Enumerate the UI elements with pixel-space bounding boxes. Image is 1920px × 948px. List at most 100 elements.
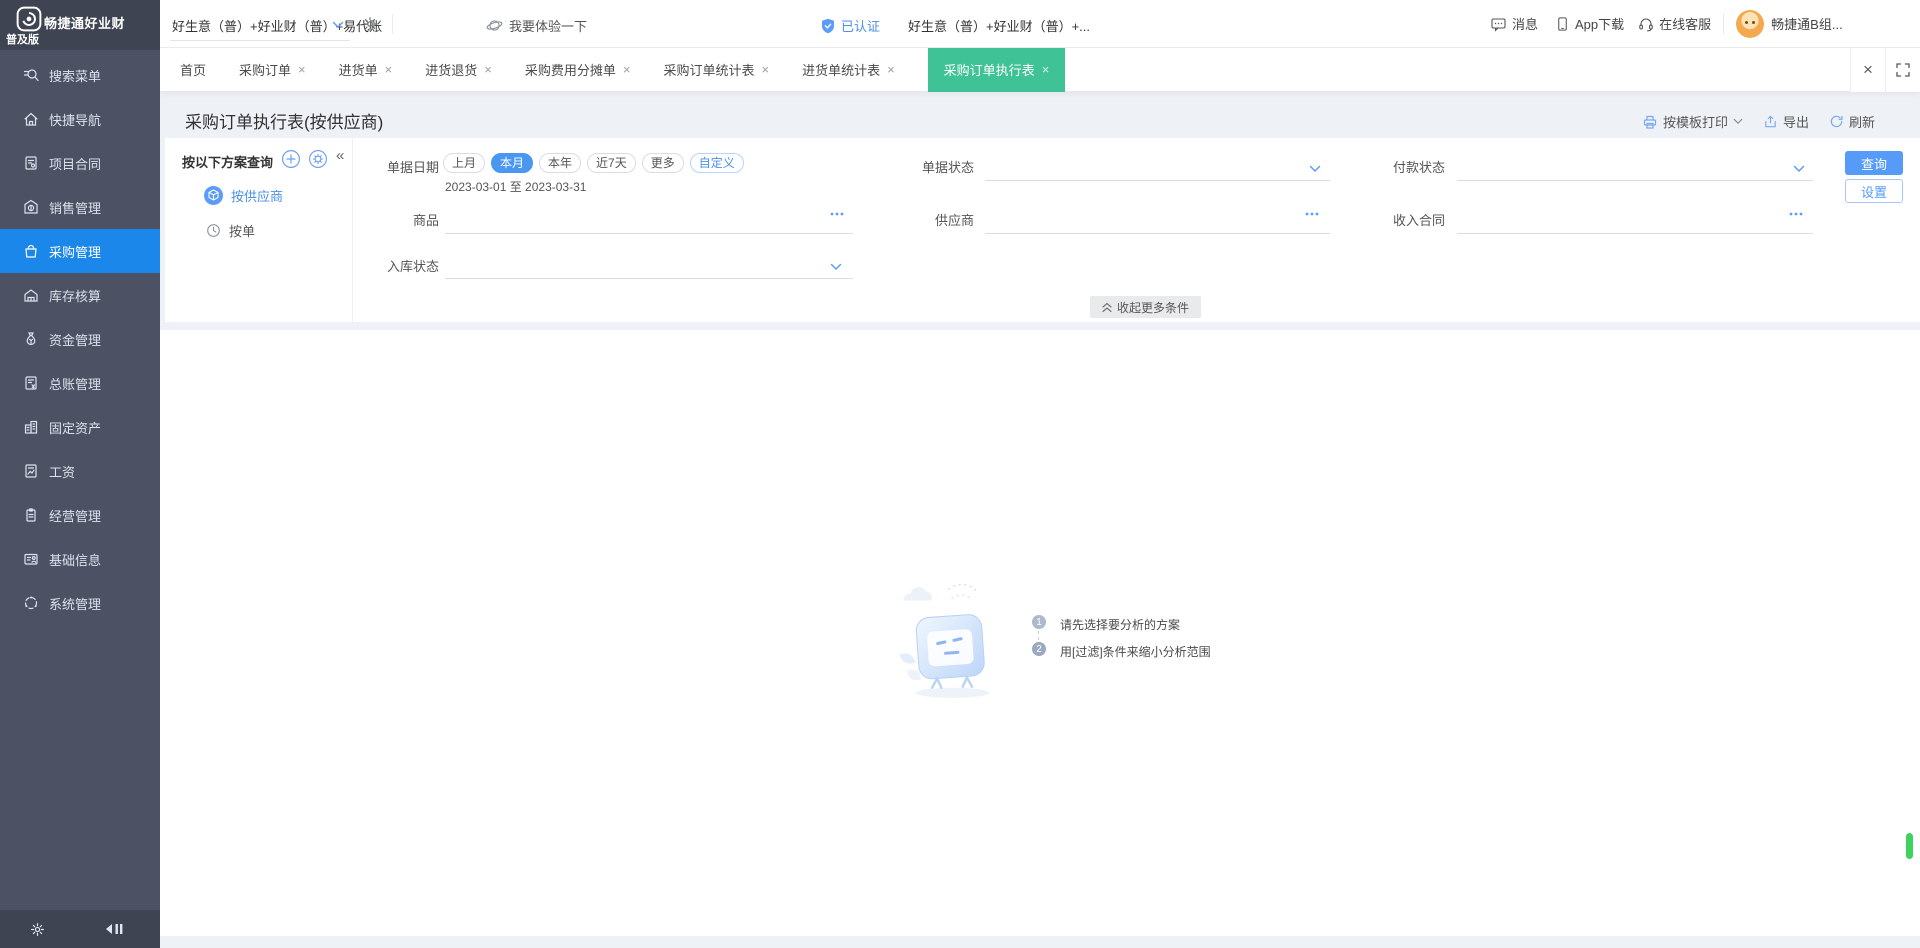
app-download-button[interactable]: App下载 <box>1555 14 1624 33</box>
id-card-icon <box>24 553 38 565</box>
collapse-panel-icon[interactable]: « <box>336 147 344 164</box>
date-option-this-year[interactable]: 本年 <box>539 153 582 173</box>
main-content: 采购订单执行表(按供应商) 按模板打印 导出 刷新 按以下方案查询 « 按供应商 <box>160 92 1920 948</box>
page-title: 采购订单执行表(按供应商) <box>185 113 384 132</box>
sidebar-item-operation[interactable]: 经营管理 <box>0 493 160 537</box>
lookup-dots-icon[interactable] <box>1305 212 1319 216</box>
chevron-down-icon[interactable] <box>830 263 842 271</box>
sidebar-item-quick-nav[interactable]: 快捷导航 <box>0 97 160 141</box>
close-tab-icon[interactable]: × <box>385 62 393 77</box>
chevron-down-icon[interactable] <box>1793 165 1805 173</box>
double-chevron-up-icon <box>1102 302 1112 312</box>
search-icon <box>23 69 39 82</box>
close-all-tabs-icon[interactable]: × <box>1850 48 1885 92</box>
tab-purchase-return[interactable]: 进货退货 × <box>425 48 492 92</box>
product-selector[interactable]: 好生意（普）+好业财（普）+易代账 <box>172 16 382 35</box>
scheme-settings-icon[interactable] <box>308 149 328 169</box>
close-tab-icon[interactable]: × <box>1042 62 1050 77</box>
close-tab-icon[interactable]: × <box>887 62 895 77</box>
tabbar: 首页 采购订单 × 进货单 × 进货退货 × 采购费用分摊单 × 采购订单统计表… <box>160 47 1920 92</box>
user-name[interactable]: 畅捷通B组... <box>1771 14 1843 33</box>
sidebar-settings-gear-icon[interactable] <box>30 922 45 937</box>
tab-po-statistics[interactable]: 采购订单统计表 × <box>663 48 769 92</box>
export-button[interactable]: 导出 <box>1763 112 1809 131</box>
settings-button[interactable]: 设置 <box>1845 179 1903 203</box>
messages-button[interactable]: 消息 <box>1490 14 1538 33</box>
tab-purchase-order[interactable]: 采购订单 × <box>239 48 306 92</box>
planet-icon <box>486 20 503 31</box>
account-summary: 好生意（普）+好业财（普）+... <box>908 19 1091 34</box>
export-icon <box>1765 115 1776 128</box>
warehouse-icon <box>24 289 38 302</box>
product-selector-underline <box>170 40 350 41</box>
building-icon <box>24 420 38 434</box>
sidebar-item-inventory[interactable]: 库存核算 <box>0 273 160 317</box>
sidebar-item-project-contract[interactable]: 项目合同 <box>0 141 160 185</box>
sidebar-item-payroll[interactable]: 工资 <box>0 449 160 493</box>
field-label-income-contract: 收入合同 <box>1392 213 1445 228</box>
chevron-down-icon[interactable] <box>332 21 344 29</box>
scheme-panel: 按以下方案查询 « 按供应商 按单 <box>165 138 353 322</box>
lookup-dots-icon[interactable] <box>830 212 844 216</box>
tab-expense-allocation[interactable]: 采购费用分摊单 × <box>525 48 631 92</box>
user-avatar[interactable] <box>1736 9 1765 38</box>
chevron-down-icon <box>1733 118 1743 124</box>
sidebar-item-search-menu[interactable]: 搜索菜单 <box>0 53 160 97</box>
goods-input[interactable] <box>445 233 853 234</box>
fullscreen-icon[interactable] <box>1885 48 1920 92</box>
scheme-item-by-supplier[interactable]: 按供应商 <box>204 186 283 205</box>
date-option-custom[interactable]: 自定义 <box>689 153 744 173</box>
date-range-value[interactable]: 2023-03-01 至 2023-03-31 <box>445 178 586 195</box>
pay-status-input[interactable] <box>1457 180 1813 181</box>
sidebar-item-fixed-assets[interactable]: 固定资产 <box>0 405 160 449</box>
system-icon <box>24 596 38 610</box>
tab-stock-in[interactable]: 进货单 × <box>339 48 393 92</box>
sidebar-item-base-info[interactable]: 基础信息 <box>0 537 160 581</box>
certified-badge[interactable]: 已认证 <box>820 16 880 35</box>
sidebar-item-sales[interactable]: 销售管理 <box>0 185 160 229</box>
scheme-item-by-order[interactable]: 按单 <box>206 221 255 240</box>
cube-icon <box>204 186 223 205</box>
sidebar-item-system[interactable]: 系统管理 <box>0 581 160 625</box>
online-service-button[interactable]: 在线客服 <box>1638 14 1711 33</box>
date-option-this-month[interactable]: 本月 <box>491 153 534 173</box>
doc-status-input[interactable] <box>985 180 1330 181</box>
page-toolbar: 按模板打印 导出 刷新 <box>1642 112 1875 131</box>
close-tab-icon[interactable]: × <box>623 62 631 77</box>
app-name: 畅捷通好业财 <box>44 16 126 31</box>
purchase-bag-icon <box>25 244 37 258</box>
gear-icon[interactable] <box>362 16 378 32</box>
tab-stockin-statistics[interactable]: 进货单统计表 × <box>802 48 895 92</box>
tab-home[interactable]: 首页 <box>180 48 206 92</box>
inbound-status-input[interactable] <box>445 278 853 279</box>
supplier-input[interactable] <box>985 233 1330 234</box>
lookup-dots-icon[interactable] <box>1789 212 1803 216</box>
filter-form: 单据日期 上月 本月 本年 近7天 更多 自定义 2023-03-01 至 20… <box>353 138 1920 322</box>
try-experience-link[interactable]: 我要体验一下 <box>486 16 587 35</box>
date-option-last-7-days[interactable]: 近7天 <box>587 153 636 173</box>
collapse-sidebar-icon[interactable] <box>105 923 125 935</box>
close-tab-icon[interactable]: × <box>298 62 306 77</box>
sidebar-item-ledger[interactable]: 总账管理 <box>0 361 160 405</box>
chevron-down-icon[interactable] <box>1309 165 1321 173</box>
date-option-last-month[interactable]: 上月 <box>443 153 486 173</box>
close-tab-icon[interactable]: × <box>761 62 769 77</box>
scrollbar-thumb[interactable] <box>1906 833 1913 859</box>
app-logo-icon <box>16 6 42 32</box>
date-option-more[interactable]: 更多 <box>641 153 684 173</box>
add-scheme-icon[interactable] <box>281 149 301 169</box>
tab-po-execution-active[interactable]: 采购订单执行表 × <box>927 47 1066 92</box>
topbar: 好生意（普）+好业财（普）+易代账 我要体验一下 已认证 好生意（普）+好业财（… <box>160 0 1920 48</box>
refresh-button[interactable]: 刷新 <box>1829 112 1875 131</box>
ledger-icon <box>25 376 37 390</box>
sidebar-item-purchase[interactable]: 采购管理 <box>0 229 160 273</box>
close-tab-icon[interactable]: × <box>484 62 492 77</box>
sidebar: 畅捷通好业财 普及版 搜索菜单 快捷导航 项目合同 销售管理 采购管理 库存核算 <box>0 0 160 948</box>
sidebar-item-funds[interactable]: 资金管理 <box>0 317 160 361</box>
headset-icon <box>1639 18 1653 31</box>
query-button[interactable]: 查询 <box>1845 151 1903 175</box>
collapse-more-filters[interactable]: 收起更多条件 <box>1090 296 1202 318</box>
print-by-template-button[interactable]: 按模板打印 <box>1642 112 1743 131</box>
sidebar-footer <box>0 910 160 948</box>
income-contract-input[interactable] <box>1457 233 1813 234</box>
